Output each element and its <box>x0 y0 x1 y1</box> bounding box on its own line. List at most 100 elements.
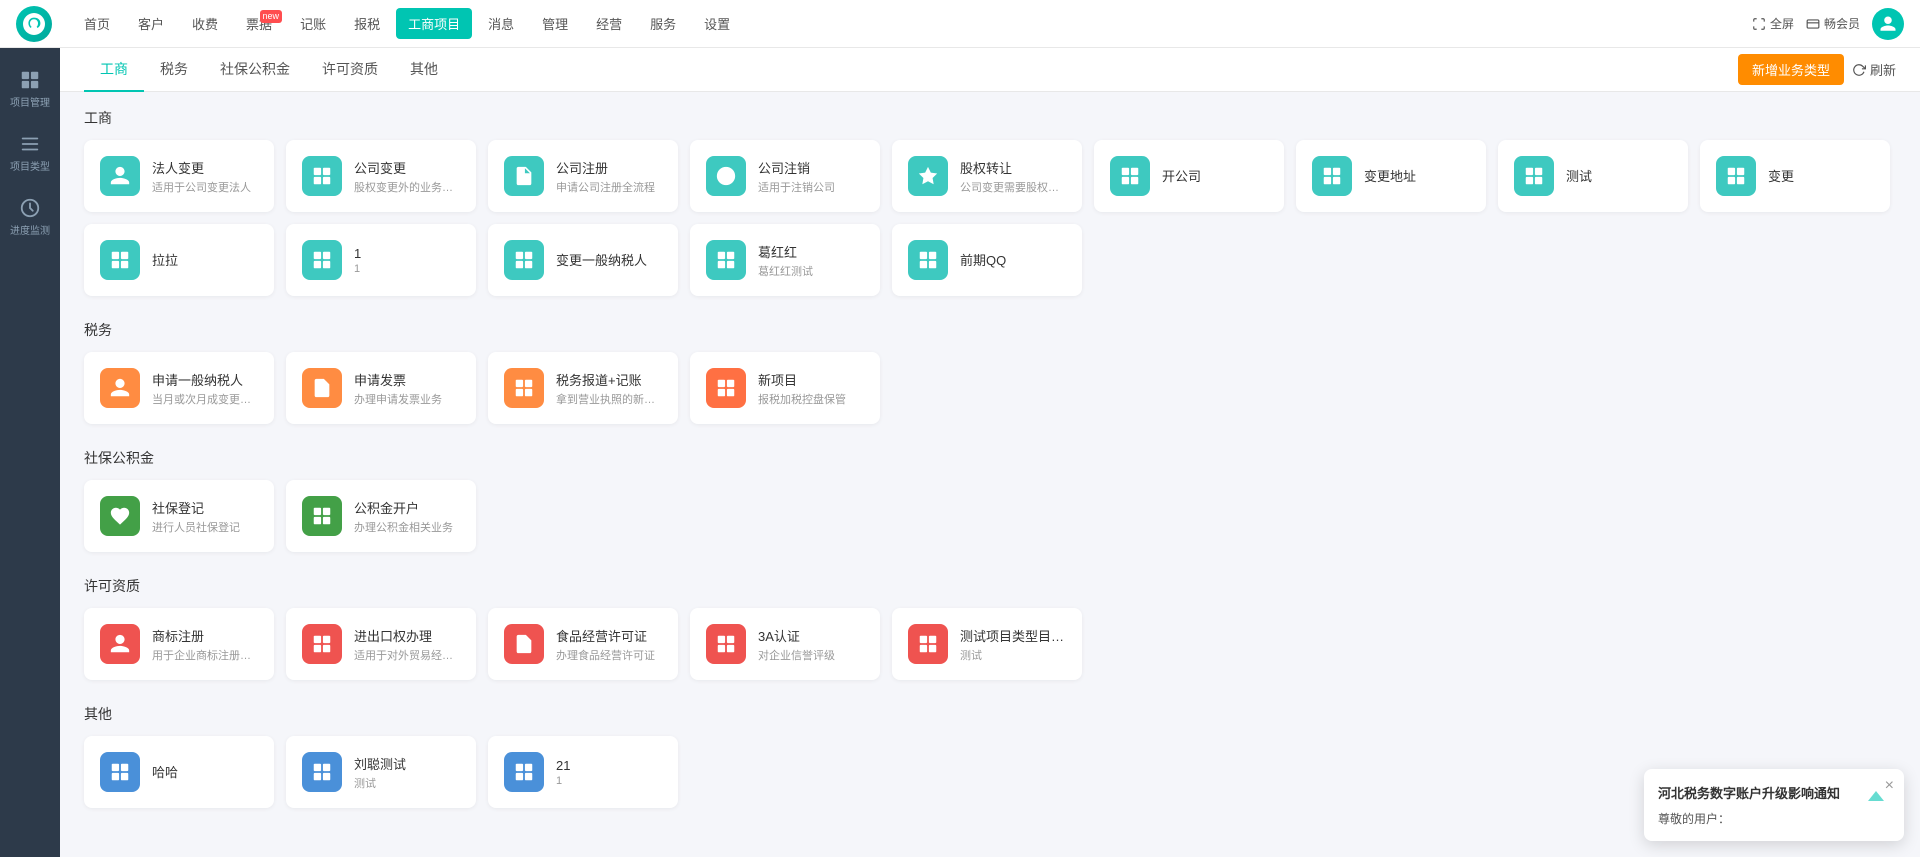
ceshi-icon <box>1514 156 1554 196</box>
card-desc: 拿到营业执照的新公司 <box>556 391 662 407</box>
card-desc: 1 <box>354 263 460 275</box>
card-desc: 报税加税控盘保管 <box>758 391 864 407</box>
card-guquan[interactable]: 股权转让 公司变更需要股权转让 <box>892 140 1082 212</box>
haha-icon <box>100 752 140 792</box>
card-title: 3A认证 <box>758 626 864 645</box>
nav-tax[interactable]: 报税 <box>342 8 392 39</box>
3a-icon <box>706 624 746 664</box>
card-title: 税务报道+记账 <box>556 370 662 389</box>
card-desc: 公司变更需要股权转让 <box>960 179 1066 195</box>
card-kaigongsi[interactable]: 开公司 <box>1094 140 1284 212</box>
liucong-icon <box>302 752 342 792</box>
nav-settings[interactable]: 设置 <box>692 8 742 39</box>
card-title: 股权转让 <box>960 158 1066 177</box>
card-desc: 申请公司注册全流程 <box>556 179 662 195</box>
cards-shebao: 社保登记 进行人员社保登记 公积金开户 办理公积金相关业务 <box>84 480 1896 552</box>
tab-shuiwu[interactable]: 税务 <box>144 48 204 92</box>
card-cslxmd[interactable]: 测试项目类型目定义 测试 <box>892 608 1082 680</box>
card-sbdj[interactable]: 社保登记 进行人员社保登记 <box>84 480 274 552</box>
card-title: 申请发票 <box>354 370 460 389</box>
nav-bizproject[interactable]: 工商项目 <box>396 8 472 39</box>
gehong-icon <box>706 240 746 280</box>
nav-service[interactable]: 服务 <box>638 8 688 39</box>
nav-bookkeeping[interactable]: 记账 <box>288 8 338 39</box>
nav-manage[interactable]: 管理 <box>530 8 580 39</box>
avatar[interactable] <box>1872 8 1904 40</box>
sidebar-item-project-manage[interactable]: 项目管理 <box>0 56 60 120</box>
sidebar-item-project-type[interactable]: 项目类型 <box>0 120 60 184</box>
nav-invoice[interactable]: 票据 new <box>234 8 284 39</box>
cards-gongshang: 法人变更 适用于公司变更法人 公司变更 股权变更外的业务变更 <box>84 140 1896 296</box>
nav-message[interactable]: 消息 <box>476 8 526 39</box>
card-title: 公司变更 <box>354 158 460 177</box>
card-sqfp[interactable]: 申请发票 办理申请发票业务 <box>286 352 476 424</box>
tab-shebao[interactable]: 社保公积金 <box>204 48 306 92</box>
zhuxiao-icon <box>706 156 746 196</box>
section-title-xuke: 许可资质 <box>84 576 1896 596</box>
main-layout: 项目管理 项目类型 进度监测 工商 税务 社保公积金 许可资质 其他 新增业务类… <box>0 48 1920 857</box>
card-dizhibiangeng[interactable]: 变更地址 <box>1296 140 1486 212</box>
card-qianqiqq[interactable]: 前期QQ <box>892 224 1082 296</box>
nav-operation[interactable]: 经营 <box>584 8 634 39</box>
top-nav: 首页 客户 收费 票据 new 记账 报税 工商项目 消息 管理 经营 服务 设… <box>0 0 1920 48</box>
notification-close[interactable]: × <box>1885 777 1894 795</box>
card-desc: 股权变更外的业务变更 <box>354 179 460 195</box>
card-title: 社保登记 <box>152 498 258 517</box>
gsbiangeng-icon <box>302 156 342 196</box>
tab-xuke[interactable]: 许可资质 <box>306 48 394 92</box>
card-faren[interactable]: 法人变更 适用于公司变更法人 <box>84 140 274 212</box>
notification-arrow <box>1868 791 1884 801</box>
card-desc: 办理申请发票业务 <box>354 391 460 407</box>
card-liucong[interactable]: 刘聪测试 测试 <box>286 736 476 808</box>
page-content: 工商 法人变更 适用于公司变更法人 <box>60 92 1920 848</box>
card-gsbiangeng[interactable]: 公司变更 股权变更外的业务变更 <box>286 140 476 212</box>
card-gehong[interactable]: 葛红红 葛红红测试 <box>690 224 880 296</box>
card-swbdjz[interactable]: 税务报道+记账 拿到营业执照的新公司 <box>488 352 678 424</box>
card-3a[interactable]: 3A认证 对企业信誉评级 <box>690 608 880 680</box>
swbdjz-icon <box>504 368 544 408</box>
tab-bar: 工商 税务 社保公积金 许可资质 其他 新增业务类型 刷新 <box>60 48 1920 92</box>
card-haha[interactable]: 哈哈 <box>84 736 274 808</box>
card-gjjkh[interactable]: 公积金开户 办理公积金相关业务 <box>286 480 476 552</box>
sidebar-item-progress[interactable]: 进度监测 <box>0 184 60 248</box>
card-lala[interactable]: 拉拉 <box>84 224 274 296</box>
card-ybnsr[interactable]: 申请一般纳税人 当月或次月成变更完成 <box>84 352 274 424</box>
card-zhuxiao[interactable]: 公司注销 适用于注销公司 <box>690 140 880 212</box>
card-newproject[interactable]: 新项目 报税加税控盘保管 <box>690 352 880 424</box>
member-button[interactable]: 畅会员 <box>1806 15 1860 32</box>
fullscreen-button[interactable]: 全屏 <box>1752 15 1794 32</box>
card-21[interactable]: 21 1 <box>488 736 678 808</box>
card-title: 进出口权办理 <box>354 626 460 645</box>
card-jckq[interactable]: 进出口权办理 适用于对外贸易经营者 <box>286 608 476 680</box>
card-sbzc[interactable]: 商标注册 用于企业商标注册服务 <box>84 608 274 680</box>
ybnsr-icon <box>100 368 140 408</box>
nav-billing[interactable]: 收费 <box>180 8 230 39</box>
nav-customer[interactable]: 客户 <box>126 8 176 39</box>
refresh-button[interactable]: 刷新 <box>1852 60 1896 79</box>
card-biangengns[interactable]: 变更一般纳税人 <box>488 224 678 296</box>
kaigongsi-icon <box>1110 156 1150 196</box>
section-shebao: 社保公积金 社保登记 进行人员社保登记 <box>84 448 1896 552</box>
card-title: 刘聪测试 <box>354 754 460 773</box>
card-title: 新项目 <box>758 370 864 389</box>
card-desc: 办理食品经营许可证 <box>556 647 662 663</box>
card-spjy[interactable]: 食品经营许可证 办理食品经营许可证 <box>488 608 678 680</box>
tab-qita[interactable]: 其他 <box>394 48 454 92</box>
biangengns-icon <box>504 240 544 280</box>
cards-qita: 哈哈 刘聪测试 测试 <box>84 736 1896 808</box>
card-biangeng[interactable]: 变更 <box>1700 140 1890 212</box>
card-one[interactable]: 1 1 <box>286 224 476 296</box>
new-type-button[interactable]: 新增业务类型 <box>1738 54 1844 85</box>
card-desc: 测试 <box>354 775 460 791</box>
sqfp-icon <box>302 368 342 408</box>
card-title: 公司注册 <box>556 158 662 177</box>
nav-home[interactable]: 首页 <box>72 8 122 39</box>
new-badge: new <box>260 10 283 23</box>
card-ceshi[interactable]: 测试 <box>1498 140 1688 212</box>
nav-right: 全屏 畅会员 <box>1752 8 1904 40</box>
notification-title: 河北税务数字账户升级影响通知 <box>1658 783 1890 802</box>
card-title: 食品经营许可证 <box>556 626 662 645</box>
tab-gongshang[interactable]: 工商 <box>84 48 144 92</box>
project-manage-icon <box>16 66 44 94</box>
card-zhuce[interactable]: 公司注册 申请公司注册全流程 <box>488 140 678 212</box>
